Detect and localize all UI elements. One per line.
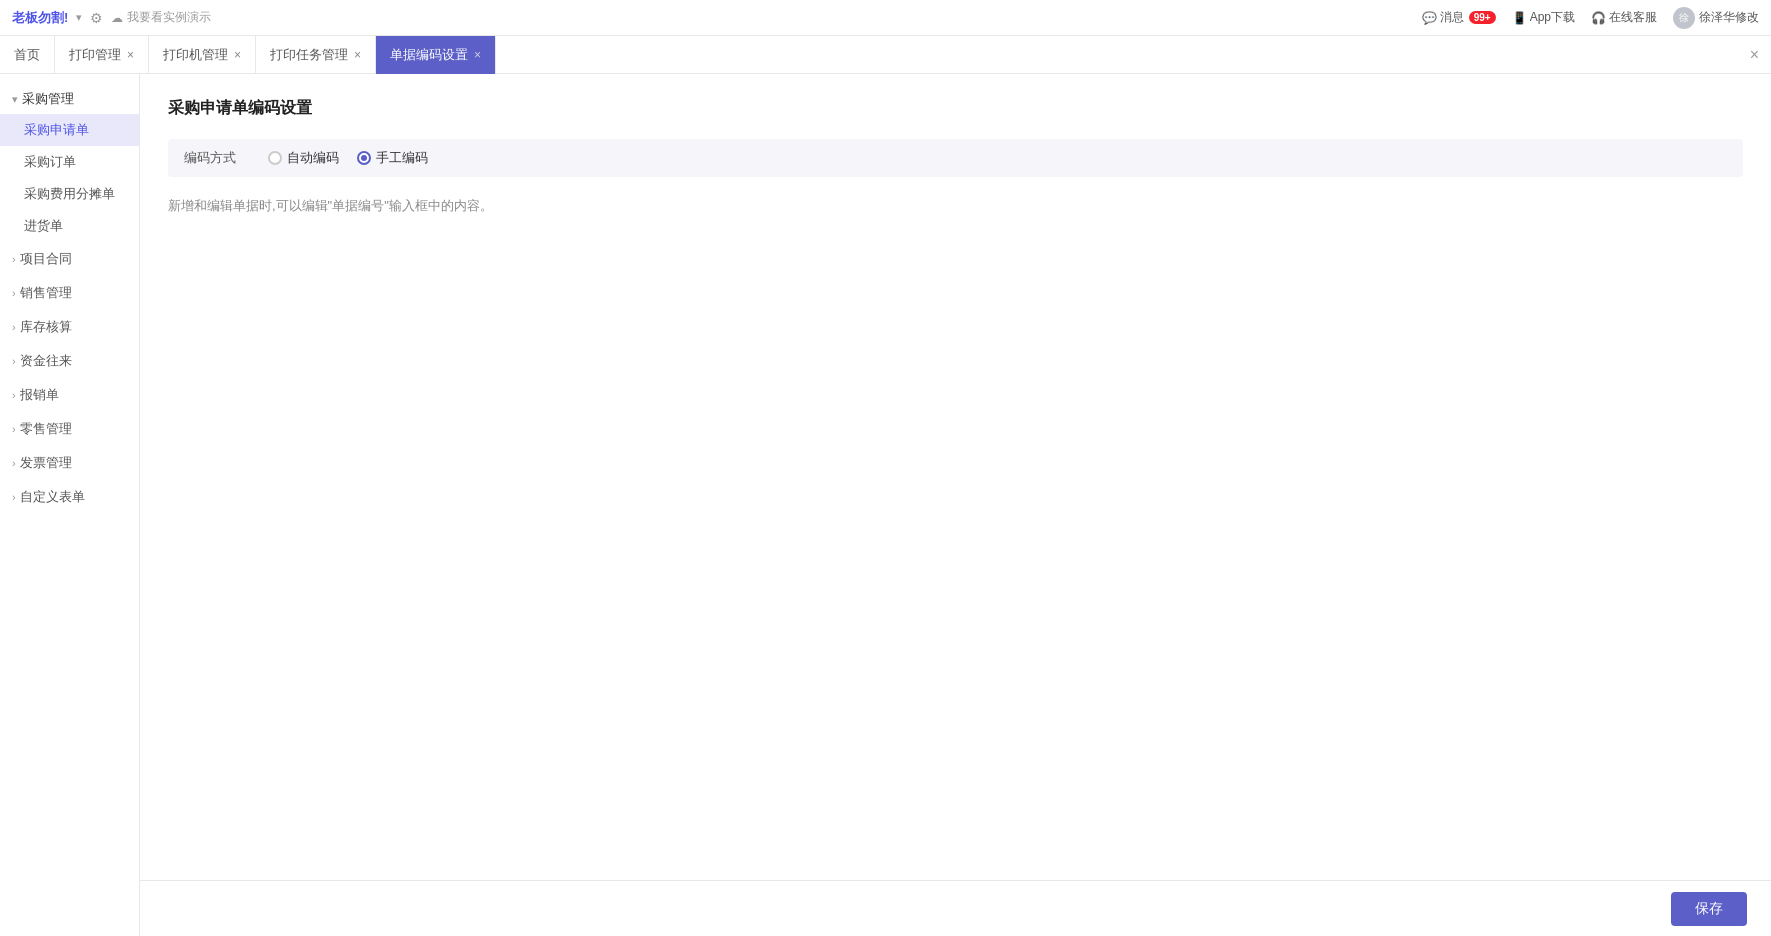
app-download-button[interactable]: 📱 App下载	[1512, 9, 1575, 26]
sidebar-group-custom-form[interactable]: › 自定义表单	[0, 480, 139, 514]
top-bar: 老板勿割! ▾ ⚙ ☁ 我要看实例演示 💬 消息 99+ 📱 App下载 🎧 在…	[0, 0, 1771, 36]
message-button[interactable]: 💬 消息 99+	[1422, 9, 1496, 26]
sidebar-group-retail[interactable]: › 零售管理	[0, 412, 139, 446]
bottom-bar: 保存	[140, 880, 1771, 936]
manual-code-label: 手工编码	[376, 149, 428, 167]
sidebar-group-expense-label: 报销单	[20, 386, 59, 404]
sidebar-group-purchase-label: 采购管理	[22, 90, 74, 108]
tab-barcode-settings[interactable]: 单据编码设置 ×	[376, 36, 496, 74]
expand-arrow-purchase: ▾	[12, 93, 18, 106]
radio-auto-code[interactable]: 自动编码	[268, 149, 339, 167]
sidebar-group-project-label: 项目合同	[20, 250, 72, 268]
search-area[interactable]: ☁ 我要看实例演示	[111, 9, 211, 26]
sidebar-item-purchase-expense[interactable]: 采购费用分摊单	[0, 178, 139, 210]
main-content: 采购申请单编码设置 编码方式 自动编码 手工编码 新增和编辑单据时,可以编辑"单…	[140, 74, 1771, 936]
sidebar-group-expense[interactable]: › 报销单	[0, 378, 139, 412]
tab-print-management[interactable]: 打印管理 ×	[55, 36, 149, 74]
sidebar-group-sales-label: 销售管理	[20, 284, 72, 302]
coding-method-row: 编码方式 自动编码 手工编码	[168, 139, 1743, 177]
top-bar-right: 💬 消息 99+ 📱 App下载 🎧 在线客服 徐 徐泽华修改	[1422, 7, 1759, 29]
sidebar-group-invoice[interactable]: › 发票管理	[0, 446, 139, 480]
tab-home[interactable]: 首页	[0, 36, 55, 74]
tab-close-printer-management[interactable]: ×	[234, 48, 241, 62]
save-button[interactable]: 保存	[1671, 892, 1747, 926]
online-service-label: 在线客服	[1609, 9, 1657, 26]
expand-arrow-custom-form: ›	[12, 491, 16, 503]
sidebar-group-invoice-label: 发票管理	[20, 454, 72, 472]
sidebar-group-sales[interactable]: › 销售管理	[0, 276, 139, 310]
tab-bar-global-close[interactable]: ×	[1750, 46, 1771, 64]
sidebar-group-inventory[interactable]: › 库存核算	[0, 310, 139, 344]
avatar: 徐	[1673, 7, 1695, 29]
page-title: 采购申请单编码设置	[168, 98, 1743, 119]
app-download-label: App下载	[1530, 9, 1575, 26]
expand-arrow-expense: ›	[12, 389, 16, 401]
sidebar-group-custom-form-label: 自定义表单	[20, 488, 85, 506]
radio-manual-code[interactable]: 手工编码	[357, 149, 428, 167]
sidebar-item-purchase-order[interactable]: 采购订单	[0, 146, 139, 178]
app-icon: 📱	[1512, 11, 1527, 25]
message-icon: 💬	[1422, 11, 1437, 25]
radio-group: 自动编码 手工编码	[268, 149, 428, 167]
dropdown-icon[interactable]: ▾	[76, 11, 82, 24]
sidebar-group-finance-label: 资金往来	[20, 352, 72, 370]
message-badge: 99+	[1469, 11, 1496, 24]
user-name: 徐泽华修改	[1699, 9, 1759, 26]
user-profile[interactable]: 徐 徐泽华修改	[1673, 7, 1759, 29]
message-label: 消息	[1440, 9, 1464, 26]
expand-arrow-sales: ›	[12, 287, 16, 299]
sidebar-item-purchase-request[interactable]: 采购申请单	[0, 114, 139, 146]
sidebar-group-purchase: ▾ 采购管理 采购申请单 采购订单 采购费用分摊单 进货单	[0, 82, 139, 242]
expand-arrow-invoice: ›	[12, 457, 16, 469]
app-logo: 老板勿割!	[12, 9, 68, 27]
tab-print-task-management-label: 打印任务管理	[270, 46, 348, 64]
headset-icon: 🎧	[1591, 11, 1606, 25]
coding-method-label: 编码方式	[184, 149, 236, 167]
radio-circle-auto	[268, 151, 282, 165]
tab-close-print-task[interactable]: ×	[354, 48, 361, 62]
expand-arrow-finance: ›	[12, 355, 16, 367]
tab-barcode-settings-label: 单据编码设置	[390, 46, 468, 64]
tab-print-management-label: 打印管理	[69, 46, 121, 64]
cloud-icon: ☁	[111, 11, 123, 25]
search-text: 我要看实例演示	[127, 9, 211, 26]
sidebar-group-project[interactable]: › 项目合同	[0, 242, 139, 276]
auto-code-label: 自动编码	[287, 149, 339, 167]
sidebar-item-inbound-label: 进货单	[24, 218, 63, 233]
tab-print-task-management[interactable]: 打印任务管理 ×	[256, 36, 376, 74]
expand-arrow-inventory: ›	[12, 321, 16, 333]
expand-arrow-project: ›	[12, 253, 16, 265]
tab-close-print-management[interactable]: ×	[127, 48, 134, 62]
tab-printer-management-label: 打印机管理	[163, 46, 228, 64]
tab-printer-management[interactable]: 打印机管理 ×	[149, 36, 256, 74]
sidebar-item-purchase-request-label: 采购申请单	[24, 122, 89, 137]
sidebar: ▾ 采购管理 采购申请单 采购订单 采购费用分摊单 进货单 › 项目合同 › 销…	[0, 74, 140, 936]
sidebar-item-purchase-order-label: 采购订单	[24, 154, 76, 169]
tab-bar: 首页 打印管理 × 打印机管理 × 打印任务管理 × 单据编码设置 × ×	[0, 36, 1771, 74]
hint-text: 新增和编辑单据时,可以编辑"单据编号"输入框中的内容。	[168, 197, 1743, 215]
main-layout: ▾ 采购管理 采购申请单 采购订单 采购费用分摊单 进货单 › 项目合同 › 销…	[0, 74, 1771, 936]
sidebar-item-purchase-expense-label: 采购费用分摊单	[24, 186, 115, 201]
online-service-button[interactable]: 🎧 在线客服	[1591, 9, 1657, 26]
expand-arrow-retail: ›	[12, 423, 16, 435]
tab-close-barcode-settings[interactable]: ×	[474, 48, 481, 62]
sidebar-item-inbound[interactable]: 进货单	[0, 210, 139, 242]
gear-icon[interactable]: ⚙	[90, 10, 103, 26]
sidebar-group-finance[interactable]: › 资金往来	[0, 344, 139, 378]
sidebar-group-retail-label: 零售管理	[20, 420, 72, 438]
radio-circle-manual	[357, 151, 371, 165]
top-bar-left: 老板勿割! ▾ ⚙ ☁ 我要看实例演示	[12, 9, 211, 27]
content-area: 采购申请单编码设置 编码方式 自动编码 手工编码 新增和编辑单据时,可以编辑"单…	[140, 74, 1771, 880]
tab-home-label: 首页	[14, 46, 40, 64]
sidebar-group-inventory-label: 库存核算	[20, 318, 72, 336]
sidebar-group-purchase-header[interactable]: ▾ 采购管理	[0, 82, 139, 114]
